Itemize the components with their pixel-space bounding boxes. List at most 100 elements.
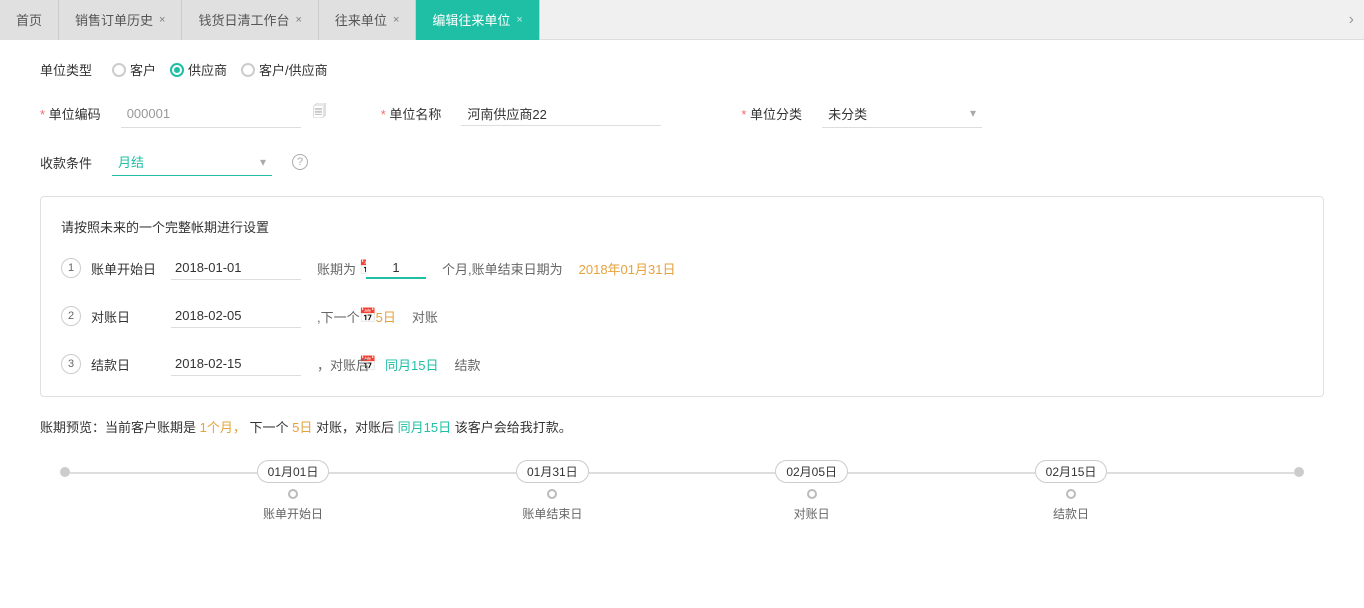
tab-bar: 首页 销售订单历史 × 钱货日清工作台 × 往来单位 × 编辑往来单位 × › xyxy=(0,0,1364,40)
row-1-period-end: 2018年01月31日 xyxy=(579,259,676,278)
radio-supplier-circle xyxy=(170,63,184,77)
tab-edit-contacts[interactable]: 编辑往来单位 × xyxy=(416,0,539,40)
row-2-label: 对账日 xyxy=(91,307,161,326)
timeline-dot-2 xyxy=(547,489,557,499)
radio-customer[interactable]: 客户 xyxy=(112,60,156,79)
row-1-date-field: 📅 xyxy=(171,256,301,280)
row-3-label: 结款日 xyxy=(91,355,161,374)
unit-details-row: 单位编码 🗐 单位名称 单位分类 未分类 ▾ xyxy=(40,99,1324,128)
timeline-right-dot xyxy=(1294,467,1304,477)
tab-contacts-close[interactable]: × xyxy=(393,14,399,26)
row-2-date-field: 📅 xyxy=(171,304,301,328)
row-2-num: 2 xyxy=(61,306,81,326)
radio-customer-circle xyxy=(112,63,126,77)
row-1-period-label: 账期为 xyxy=(317,259,356,278)
row-1: 1 账单开始日 📅 账期为 个月,账单结束日期为 2018年01月31日 xyxy=(61,256,1303,280)
preview-middle2: 对账，对账后 xyxy=(316,420,394,435)
payment-terms-select[interactable]: 月结 ▾ xyxy=(112,148,272,176)
unit-category-label: 单位分类 xyxy=(741,104,802,123)
timeline-label-2: 账单结束日 xyxy=(522,505,582,522)
timeline-line-2 xyxy=(329,472,516,474)
timeline-dot-4 xyxy=(1066,489,1076,499)
radio-supplier-label: 供应商 xyxy=(188,60,227,79)
timeline-dot-3 xyxy=(807,489,817,499)
row-2-suffix: 对账 xyxy=(412,307,438,326)
payment-terms-arrow: ▾ xyxy=(260,155,266,169)
timeline-point-1: 01月01日 账单开始日 xyxy=(257,460,330,522)
tab-edit-contacts-close[interactable]: × xyxy=(516,14,522,26)
row-3-highlight: 同月15日 xyxy=(385,355,438,374)
unit-code-icon[interactable]: 🗐 xyxy=(309,99,331,127)
preview-highlight1: 1个月， xyxy=(200,420,246,435)
row-2-highlight: 5日 xyxy=(376,307,396,326)
preview-prefix: 账期预览：当前客户账期是 xyxy=(40,420,196,435)
row-3-num: 3 xyxy=(61,354,81,374)
preview-middle1: 下一个 xyxy=(250,420,289,435)
row-3-date-field: 📅 xyxy=(171,352,301,376)
row-2: 2 对账日 📅 ,下一个 5日 对账 xyxy=(61,304,1303,328)
tab-home[interactable]: 首页 xyxy=(0,0,59,40)
preview-section: 账期预览：当前客户账期是 1个月， 下一个 5日 对账，对账后 同月15日 该客… xyxy=(40,417,1324,436)
timeline-badge-1: 01月01日 xyxy=(257,460,330,483)
unit-type-row: 单位类型 客户 供应商 客户/供应商 xyxy=(40,60,1324,79)
unit-name-label: 单位名称 xyxy=(381,104,442,123)
tab-expand-button[interactable]: › xyxy=(1339,0,1364,40)
timeline-left-dot xyxy=(60,467,70,477)
timeline-badge-3: 02月05日 xyxy=(775,460,848,483)
main-content: 单位类型 客户 供应商 客户/供应商 单位编码 🗐 单位名称 单位分类 xyxy=(0,40,1364,608)
section-title: 请按照未来的一个完整帐期进行设置 xyxy=(61,217,1303,236)
preview-highlight2: 5日 xyxy=(292,420,312,435)
timeline: 01月01日 账单开始日 01月31日 账单结束日 02月05日 对账日 xyxy=(60,460,1304,522)
timeline-right-end xyxy=(1294,460,1304,477)
unit-type-label: 单位类型 xyxy=(40,60,92,79)
timeline-label-4: 结款日 xyxy=(1053,505,1089,522)
timeline-line-1 xyxy=(70,472,257,474)
timeline-wrapper: 01月01日 账单开始日 01月31日 账单结束日 02月05日 对账日 xyxy=(40,460,1324,522)
unit-code-field: 🗐 xyxy=(121,99,301,128)
row-1-period-input[interactable] xyxy=(366,258,426,279)
tab-contacts[interactable]: 往来单位 × xyxy=(319,0,416,40)
timeline-label-1: 账单开始日 xyxy=(263,505,323,522)
payment-terms-row: 收款条件 月结 ▾ ? xyxy=(40,148,1324,176)
timeline-label-3: 对账日 xyxy=(794,505,830,522)
payment-terms-value: 月结 xyxy=(118,152,260,171)
tab-sales-history[interactable]: 销售订单历史 × xyxy=(59,0,182,40)
row-3-prefix: ，对账后 xyxy=(317,355,369,374)
row-1-period-suffix: 个月,账单结束日期为 xyxy=(442,259,563,278)
payment-terms-help[interactable]: ? xyxy=(292,154,308,170)
timeline-line-3 xyxy=(589,472,776,474)
row-3: 3 结款日 📅 ，对账后 同月15日 结款 xyxy=(61,352,1303,376)
timeline-dot-1 xyxy=(288,489,298,499)
tab-cash-workbench-close[interactable]: × xyxy=(295,14,301,26)
radio-customer-label: 客户 xyxy=(130,60,156,79)
row-2-prefix: ,下一个 xyxy=(317,307,360,326)
row-1-num: 1 xyxy=(61,258,81,278)
unit-category-value: 未分类 xyxy=(828,104,970,123)
period-section: 请按照未来的一个完整帐期进行设置 1 账单开始日 📅 账期为 个月,账单结束日期… xyxy=(40,196,1324,397)
tab-edit-contacts-label: 编辑往来单位 xyxy=(432,10,510,29)
tab-contacts-label: 往来单位 xyxy=(335,10,387,29)
preview-highlight3: 同月15日 xyxy=(398,420,451,435)
timeline-line-4 xyxy=(848,472,1035,474)
timeline-badge-4: 02月15日 xyxy=(1035,460,1108,483)
timeline-point-4: 02月15日 结款日 xyxy=(1035,460,1108,522)
tab-sales-history-close[interactable]: × xyxy=(159,14,165,26)
tab-cash-workbench[interactable]: 钱货日清工作台 × xyxy=(182,0,318,40)
radio-both[interactable]: 客户/供应商 xyxy=(241,60,328,79)
unit-type-radio-group: 客户 供应商 客户/供应商 xyxy=(112,60,328,79)
unit-category-arrow: ▾ xyxy=(970,106,976,120)
row-1-label: 账单开始日 xyxy=(91,259,161,278)
tab-sales-history-label: 销售订单历史 xyxy=(75,10,153,29)
tab-cash-workbench-label: 钱货日清工作台 xyxy=(198,10,289,29)
row-3-suffix: 结款 xyxy=(454,355,480,374)
timeline-point-2: 01月31日 账单结束日 xyxy=(516,460,589,522)
timeline-point-3: 02月05日 对账日 xyxy=(775,460,848,522)
radio-both-label: 客户/供应商 xyxy=(259,60,328,79)
timeline-left-end xyxy=(60,460,70,477)
payment-terms-label: 收款条件 xyxy=(40,153,92,172)
radio-supplier[interactable]: 供应商 xyxy=(170,60,227,79)
unit-code-label: 单位编码 xyxy=(40,104,101,123)
unit-code-input[interactable] xyxy=(121,102,309,125)
unit-name-input[interactable] xyxy=(461,102,661,126)
unit-category-select[interactable]: 未分类 ▾ xyxy=(822,100,982,128)
